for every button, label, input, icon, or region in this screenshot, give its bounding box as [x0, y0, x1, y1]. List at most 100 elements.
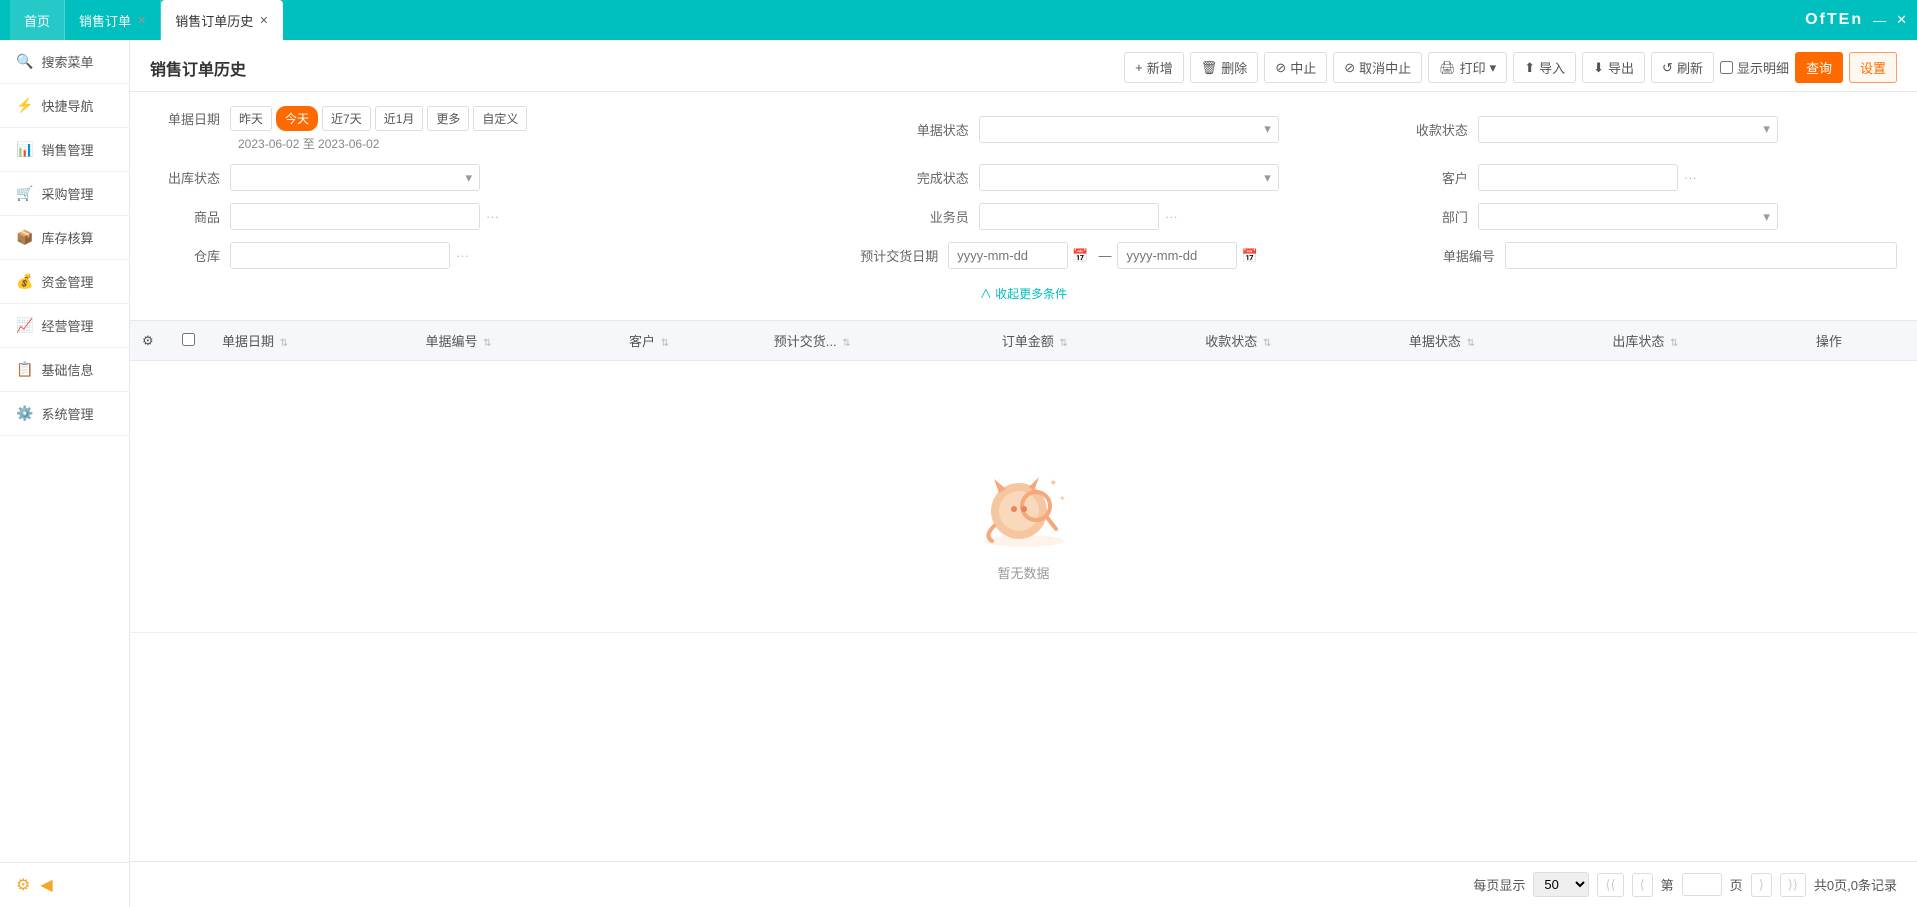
page-size-select[interactable]: 50 20 100	[1533, 872, 1589, 897]
th-number[interactable]: 单据编号 ⇅	[414, 321, 618, 361]
date-btn-7days[interactable]: 近7天	[322, 106, 371, 131]
th-customer[interactable]: 客户 ⇅	[617, 321, 762, 361]
prev-page-button[interactable]: ⟨	[1632, 873, 1653, 897]
delivery-date-start[interactable]	[948, 242, 1068, 269]
th-amount[interactable]: 订单金额 ⇅	[990, 321, 1194, 361]
th-delivery[interactable]: 预计交货... ⇅	[762, 321, 990, 361]
date-btn-yesterday[interactable]: 昨天	[230, 106, 272, 131]
tab-sales-order-close[interactable]: ✕	[137, 14, 146, 27]
tab-sales-order-history[interactable]: 销售订单历史 ✕	[161, 0, 283, 40]
th-check[interactable]	[170, 321, 210, 361]
sidebar-item-basic-info[interactable]: 📋 基础信息	[0, 348, 129, 392]
sidebar-item-system[interactable]: ⚙️ 系统管理	[0, 392, 129, 436]
product-input[interactable]	[230, 203, 480, 230]
th-date[interactable]: 单据日期 ⇅	[210, 321, 414, 361]
sidebar-label-inventory: 库存核算	[41, 228, 93, 247]
first-page-button[interactable]: ⟨⟨	[1597, 873, 1623, 897]
content-area: 销售订单历史 + 新增 🗑 删除 ⊘ 中止 ⊘	[130, 40, 1917, 907]
sidebar-item-quick-nav[interactable]: ⚡ 快捷导航	[0, 84, 129, 128]
complete-status-label: 完成状态	[899, 168, 979, 187]
per-page-label: 每页显示	[1473, 875, 1525, 894]
tab-home[interactable]: 首页	[10, 0, 65, 40]
date-btn-today[interactable]: 今天	[276, 106, 318, 131]
th-delivery-sort-icon: ⇅	[842, 338, 850, 349]
stop-icon: ⊘	[1275, 60, 1286, 76]
delivery-date-end[interactable]	[1117, 242, 1237, 269]
cancel-stop-button[interactable]: ⊘ 取消中止	[1333, 52, 1422, 83]
date-btn-more[interactable]: 更多	[427, 106, 469, 131]
display-columns-checkbox[interactable]	[1720, 61, 1733, 74]
top-bar: 首页 销售订单 ✕ 销售订单历史 ✕ OfTEn — ✕	[0, 0, 1917, 40]
payment-status-select-wrap	[1478, 116, 1778, 143]
th-payment-status[interactable]: 收款状态 ⇅	[1193, 321, 1397, 361]
sales-mgmt-icon: 📊	[16, 141, 33, 158]
doc-number-input[interactable]	[1505, 242, 1897, 269]
sidebar-item-purchase-mgmt[interactable]: 🛒 采购管理	[0, 172, 129, 216]
window-close-icon[interactable]: ✕	[1896, 12, 1907, 28]
stop-button[interactable]: ⊘ 中止	[1264, 52, 1327, 83]
th-payment-status-label: 收款状态	[1205, 334, 1257, 349]
export-button[interactable]: ⬇ 导出	[1582, 52, 1645, 83]
query-button[interactable]: 查询	[1795, 52, 1843, 83]
th-action: 操作	[1804, 321, 1917, 361]
print-label: 打印	[1460, 58, 1486, 77]
sidebar-label-system: 系统管理	[41, 404, 93, 423]
finance-icon: 💰	[16, 273, 33, 290]
empty-state: ✦ ✦ 暂无数据	[142, 371, 1905, 622]
sidebar-item-inventory[interactable]: 📦 库存核算	[0, 216, 129, 260]
doc-status-select[interactable]	[979, 116, 1279, 143]
print-button[interactable]: 🖨 打印 ▾	[1428, 52, 1507, 83]
tab-sales-order-history-close[interactable]: ✕	[259, 14, 268, 27]
sidebar-arrow-icon[interactable]: ◀	[40, 875, 52, 895]
sidebar-item-sales-mgmt[interactable]: 📊 销售管理	[0, 128, 129, 172]
next-page-button[interactable]: ⟩	[1751, 873, 1772, 897]
collapse-bar[interactable]: ∧ 收起更多条件	[150, 281, 1897, 306]
import-button[interactable]: ⬆ 导入	[1513, 52, 1576, 83]
customer-input[interactable]	[1478, 164, 1678, 191]
complete-status-select[interactable]	[979, 164, 1279, 191]
out-status-select-wrap	[230, 164, 480, 191]
date-range-separator: —	[1098, 248, 1111, 263]
tab-sales-order[interactable]: 销售订单 ✕	[65, 0, 161, 40]
sidebar-item-finance[interactable]: 💰 资金管理	[0, 260, 129, 304]
th-out-status[interactable]: 出库状态 ⇅	[1600, 321, 1804, 361]
payment-status-select[interactable]	[1478, 116, 1778, 143]
last-page-button[interactable]: ⟩⟩	[1780, 873, 1806, 897]
complete-status-select-wrap	[979, 164, 1279, 191]
warehouse-more-icon[interactable]: ···	[450, 248, 475, 263]
table-header-row: ⚙ 单据日期 ⇅ 单据编号 ⇅ 客户 ⇅	[130, 321, 1917, 361]
delete-button[interactable]: 🗑 删除	[1190, 52, 1259, 83]
sidebar-label-purchase-mgmt: 采购管理	[41, 184, 93, 203]
collapse-text: 收起更多条件	[995, 287, 1067, 301]
settings-button[interactable]: 设置	[1849, 52, 1897, 83]
payment-status-label: 收款状态	[1398, 120, 1478, 139]
window-minimize-icon[interactable]: —	[1873, 13, 1886, 28]
delivery-date-end-calendar-icon[interactable]: 📅	[1241, 248, 1257, 264]
warehouse-input[interactable]	[230, 242, 450, 269]
refresh-button[interactable]: ↺ 刷新	[1651, 52, 1714, 83]
sidebar-item-search-menu[interactable]: 🔍 搜索菜单	[0, 40, 129, 84]
customer-more-icon[interactable]: ···	[1678, 170, 1703, 185]
dept-select[interactable]	[1478, 203, 1778, 230]
page-number-input[interactable]: 1	[1682, 873, 1722, 896]
tab-bar: 首页 销售订单 ✕ 销售订单历史 ✕	[10, 0, 283, 40]
th-settings[interactable]: ⚙	[130, 321, 170, 361]
data-table: ⚙ 单据日期 ⇅ 单据编号 ⇅ 客户 ⇅	[130, 321, 1917, 633]
salesperson-input[interactable]	[979, 203, 1159, 230]
select-all-checkbox[interactable]	[182, 333, 195, 346]
table-body: ✦ ✦ 暂无数据	[130, 361, 1917, 633]
add-button[interactable]: + 新增	[1124, 52, 1184, 83]
salesperson-more-icon[interactable]: ···	[1159, 209, 1184, 224]
th-doc-status-label: 单据状态	[1409, 334, 1461, 349]
display-columns-checkbox-wrap[interactable]: 显示明细	[1720, 58, 1789, 77]
sidebar-settings-icon[interactable]: ⚙	[16, 875, 30, 895]
date-btn-1month[interactable]: 近1月	[375, 106, 424, 131]
date-btn-custom[interactable]: 自定义	[473, 106, 527, 131]
purchase-mgmt-icon: 🛒	[16, 185, 33, 202]
sidebar-item-business[interactable]: 📈 经营管理	[0, 304, 129, 348]
out-status-select[interactable]	[230, 164, 480, 191]
quick-nav-icon: ⚡	[16, 97, 33, 114]
th-doc-status[interactable]: 单据状态 ⇅	[1397, 321, 1601, 361]
refresh-label: 刷新	[1677, 58, 1703, 77]
product-more-icon[interactable]: ···	[480, 209, 505, 224]
